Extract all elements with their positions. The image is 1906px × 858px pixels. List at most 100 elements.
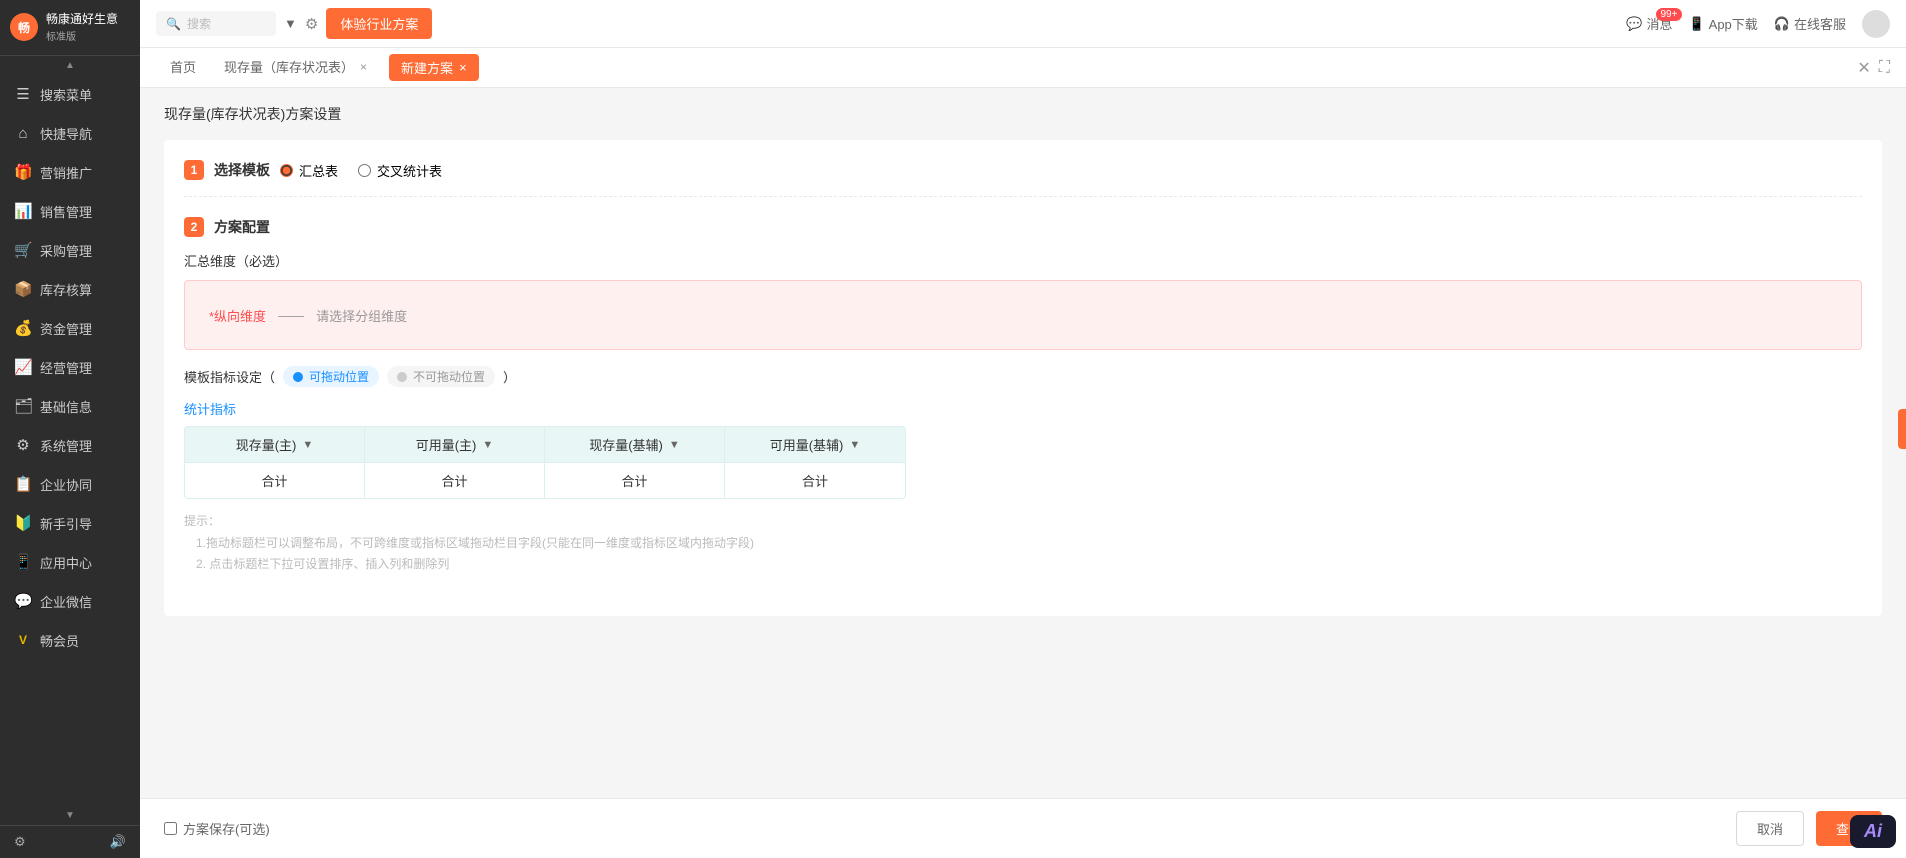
user-avatar[interactable] <box>1862 10 1890 38</box>
search-icon: 🔍 <box>166 17 181 31</box>
sidebar-item-basic-info[interactable]: 🗂 基础信息 <box>0 387 140 426</box>
tip-2: 2. 点击标题栏下拉可设置排序、插入列和删除列 <box>184 554 1862 576</box>
tab-inventory-close[interactable]: × <box>360 60 367 74</box>
step2-section: 2 方案配置 汇总维度（必选） *纵向维度 —— 请选择分组维度 模板指标设定（ <box>184 217 1862 576</box>
gear-icon[interactable]: ⚙ <box>305 15 318 33</box>
sidebar-item-label: 快捷导航 <box>40 124 92 143</box>
sidebar-item-label: 营销推广 <box>40 163 92 182</box>
sidebar-item-operation[interactable]: 📈 经营管理 <box>0 348 140 387</box>
chart-icon: 📊 <box>14 202 32 220</box>
col-header-1-chevron[interactable]: ▼ <box>302 439 313 451</box>
topbar-search[interactable]: 🔍 搜索 <box>156 11 276 36</box>
search-menu-icon: ☰ <box>14 85 32 103</box>
message-button[interactable]: 💬 消息 99+ <box>1626 14 1672 33</box>
sidebar-item-guide[interactable]: 🔰 新手引导 <box>0 504 140 543</box>
sidebar-item-label: 企业微信 <box>40 592 92 611</box>
guide-icon: 🔰 <box>14 514 32 532</box>
topbar: 🔍 搜索 ▼ ⚙ 体验行业方案 💬 消息 99+ 📱 App下载 🎧 在线客服 <box>140 0 1906 48</box>
col-header-4-chevron[interactable]: ▼ <box>849 439 860 451</box>
cancel-button[interactable]: 取消 <box>1736 811 1804 846</box>
col-header-4-label: 可用量(基辅) <box>770 435 844 454</box>
step1-header: 1 选择模板 汇总表 交叉统计表 <box>184 160 1862 180</box>
cell-1-4: 合计 <box>725 462 905 498</box>
app-label: App下载 <box>1709 14 1758 33</box>
sidebar-item-inventory[interactable]: 📦 库存核算 <box>0 270 140 309</box>
right-edge-handle[interactable] <box>1898 409 1906 449</box>
app-download-button[interactable]: 📱 App下载 <box>1688 14 1757 33</box>
sidebar-nav: ☰ 搜索菜单 ⌂ 快捷导航 🎁 营销推广 📊 销售管理 🛒 采购管理 📦 库存核… <box>0 75 140 806</box>
tab-close-button[interactable]: ✕ <box>1857 58 1870 78</box>
box-icon: 📦 <box>14 280 32 298</box>
message-badge: 99+ <box>1656 8 1683 21</box>
indicator-settings: 模板指标设定（ 可拖动位置 不可拖动位置 ） <box>184 366 1862 387</box>
speaker-icon[interactable]: 🔊 <box>110 834 126 850</box>
dimension-label: *纵向维度 <box>209 306 266 325</box>
col-header-3-chevron[interactable]: ▼ <box>669 439 680 451</box>
sidebar-item-search-menu[interactable]: ☰ 搜索菜单 <box>0 75 140 114</box>
dimension-box[interactable]: *纵向维度 —— 请选择分组维度 <box>184 280 1862 350</box>
sidebar-item-purchase[interactable]: 🛒 采购管理 <box>0 231 140 270</box>
step2-header: 2 方案配置 <box>184 217 1862 237</box>
cell-1-2: 合计 <box>365 462 545 498</box>
col-header-2-label: 可用量(主) <box>416 435 477 454</box>
indicator-label-text: 模板指标设定（ <box>184 367 275 386</box>
sidebar-item-marketing[interactable]: 🎁 营销推广 <box>0 153 140 192</box>
col-header-2[interactable]: 可用量(主) ▼ <box>365 427 545 462</box>
stats-table-body: 合计 合计 合计 合计 <box>185 462 905 498</box>
radio-summary[interactable]: 汇总表 <box>280 161 338 180</box>
message-icon: 💬 <box>1626 16 1642 32</box>
radio-cross-input[interactable] <box>358 164 371 177</box>
main-area: 🔍 搜索 ▼ ⚙ 体验行业方案 💬 消息 99+ 📱 App下载 🎧 在线客服 <box>140 0 1906 858</box>
sidebar-item-finance[interactable]: 💰 资金管理 <box>0 309 140 348</box>
cell-1-1: 合计 <box>185 462 365 498</box>
sidebar-item-label: 采购管理 <box>40 241 92 260</box>
cart-icon: 🛒 <box>14 241 32 259</box>
sidebar-item-weixin[interactable]: 💬 企业微信 <box>0 582 140 621</box>
settings-icon[interactable]: ⚙ <box>14 834 26 850</box>
sidebar-item-enterprise[interactable]: 📋 企业协同 <box>0 465 140 504</box>
sidebar-item-quick-nav[interactable]: ⌂ 快捷导航 <box>0 114 140 153</box>
col-header-4[interactable]: 可用量(基辅) ▼ <box>725 427 905 462</box>
col-header-1[interactable]: 现存量(主) ▼ <box>185 427 365 462</box>
sidebar-item-sales[interactable]: 📊 销售管理 <box>0 192 140 231</box>
sidebar-scroll-down[interactable]: ▼ <box>0 806 140 825</box>
col-header-3[interactable]: 现存量(基辅) ▼ <box>545 427 725 462</box>
indicator-label: 模板指标设定（ 可拖动位置 不可拖动位置 ） <box>184 366 1862 387</box>
tab-expand-button[interactable]: ⛶ <box>1879 59 1890 77</box>
indicator-movable-toggle[interactable]: 可拖动位置 <box>283 366 379 387</box>
radio-summary-input[interactable] <box>280 164 293 177</box>
app-icon: 📱 <box>14 553 32 571</box>
tab-inventory-label: 现存量（库存状况表） <box>224 57 354 76</box>
sidebar-item-system[interactable]: ⚙ 系统管理 <box>0 426 140 465</box>
tab-new-scheme[interactable]: 新建方案 × <box>389 54 479 81</box>
dropdown-icon: ▼ <box>284 16 297 31</box>
col-header-3-label: 现存量(基辅) <box>589 435 663 454</box>
tabs-bar: 首页 现存量（库存状况表） × 新建方案 × ✕ ⛶ <box>140 48 1906 88</box>
save-checkbox[interactable] <box>164 822 177 835</box>
radio-cross[interactable]: 交叉统计表 <box>358 161 442 180</box>
sidebar-item-label: 销售管理 <box>40 202 92 221</box>
sidebar-scroll-up[interactable]: ▲ <box>0 56 140 75</box>
online-service-button[interactable]: 🎧 在线客服 <box>1774 14 1846 33</box>
radio-cross-label: 交叉统计表 <box>377 161 442 180</box>
save-label: 方案保存(可选) <box>183 819 270 838</box>
tab-new-close-icon[interactable]: × <box>459 60 467 75</box>
stats-table: 现存量(主) ▼ 可用量(主) ▼ 现存量(基辅) ▼ <box>184 426 906 499</box>
footer: 方案保存(可选) 取消 查询 <box>140 798 1906 858</box>
indicator-fixed-toggle[interactable]: 不可拖动位置 <box>387 366 495 387</box>
sidebar-item-member[interactable]: V 畅会员 <box>0 621 140 660</box>
topbar-dropdown[interactable]: ▼ <box>284 16 297 31</box>
step1-num: 1 <box>184 160 204 180</box>
tab-inventory[interactable]: 现存量（库存状况表） × <box>210 48 381 88</box>
tip-1: 1.拖动标题栏可以调整布局，不可跨维度或指标区域拖动栏目字段(只能在同一维度或指… <box>184 533 1862 555</box>
save-option[interactable]: 方案保存(可选) <box>164 819 270 838</box>
stats-title: 统计指标 <box>184 399 1862 418</box>
movable-dot <box>293 372 303 382</box>
sidebar-item-app-center[interactable]: 📱 应用中心 <box>0 543 140 582</box>
tab-home[interactable]: 首页 <box>156 48 210 88</box>
sidebar: 畅 畅康通好生意 标准版 ▲ ☰ 搜索菜单 ⌂ 快捷导航 🎁 营销推广 📊 销售… <box>0 0 140 858</box>
col-header-2-chevron[interactable]: ▼ <box>482 439 493 451</box>
fixed-dot <box>397 372 407 382</box>
trial-button[interactable]: 体验行业方案 <box>326 8 432 39</box>
sidebar-item-label: 系统管理 <box>40 436 92 455</box>
